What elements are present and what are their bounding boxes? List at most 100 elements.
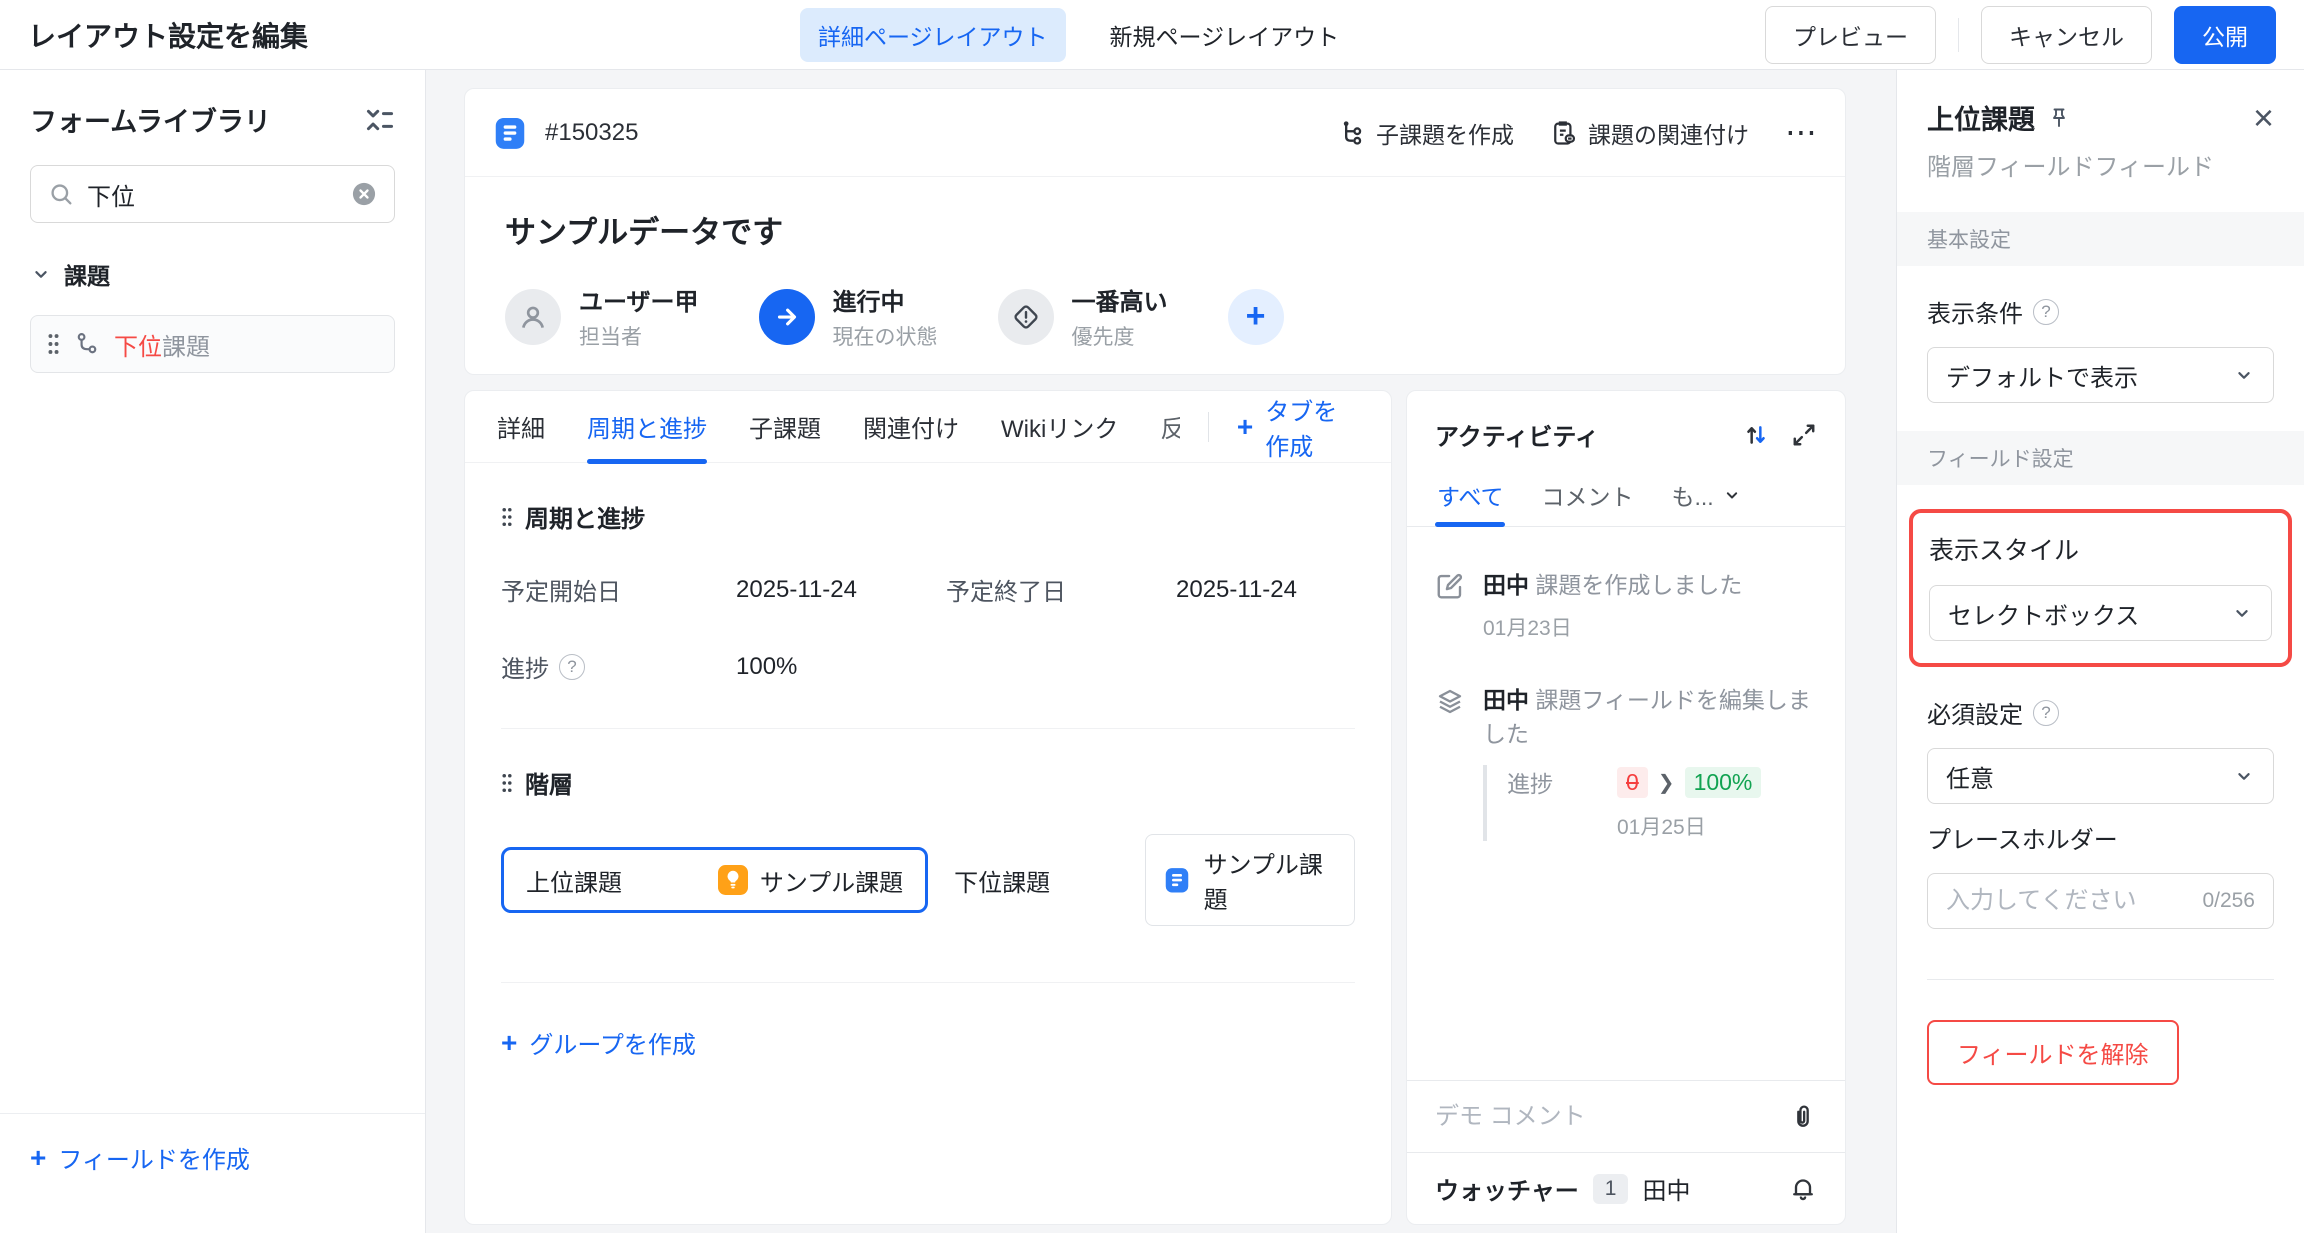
publish-button[interactable]: 公開 <box>2174 5 2276 64</box>
tab-wiki-links[interactable]: Wikiリンク <box>1001 391 1118 463</box>
issue-title: サンプルデータです <box>505 215 784 250</box>
sidebar-section-issues[interactable]: 課題 <box>30 257 395 291</box>
collapse-list-button[interactable] <box>365 107 395 133</box>
priority-diamond-icon <box>997 288 1054 345</box>
field-change-detail: 進捗 0 ❯ 100% 01月25日 <box>1483 765 1817 842</box>
section-label: 課題 <box>64 263 110 289</box>
top-bar: レイアウト設定を編集 詳細ページレイアウト 新規ページレイアウト プレビュー キ… <box>0 0 2304 70</box>
more-actions-button[interactable]: ⋯ <box>1785 116 1819 148</box>
new-value: 100% <box>1684 766 1762 798</box>
required-setting-select[interactable]: 任意 <box>1927 748 2274 804</box>
watcher-names: 田中 <box>1642 1178 1691 1205</box>
inspector-title: 上位課題 <box>1927 105 2035 135</box>
remove-field-button[interactable]: フィールドを解除 <box>1927 1020 2179 1085</box>
issue-doc-icon <box>1162 865 1192 895</box>
tab-new-page-layout[interactable]: 新規ページレイアウト <box>1092 8 1358 62</box>
expand-icon <box>1791 422 1817 448</box>
pin-icon[interactable] <box>2047 105 2071 131</box>
placeholder-label: プレースホルダー <box>1927 827 2118 854</box>
tab-clipped[interactable]: 反 <box>1160 391 1180 463</box>
cancel-button[interactable]: キャンセル <box>1981 5 2152 64</box>
comment-input[interactable] <box>1435 1102 1775 1131</box>
child-issue-value[interactable]: サンプル課題 <box>1144 834 1355 926</box>
activity-tab-more[interactable]: も... <box>1669 466 1743 526</box>
divider <box>1958 17 1959 52</box>
search-icon <box>47 180 75 208</box>
sidebar-title: フォームライブラリ <box>30 107 271 137</box>
end-date-value[interactable]: 2025-11-24 <box>1176 576 1355 604</box>
display-style-label: 表示スタイル <box>1929 537 2080 565</box>
divider <box>501 728 1355 729</box>
tab-relations[interactable]: 関連付け <box>863 391 959 463</box>
placeholder-input[interactable] <box>1946 887 2193 915</box>
drag-handle-icon[interactable] <box>501 773 513 793</box>
close-icon: × <box>2252 96 2274 138</box>
attach-file-button[interactable] <box>1789 1103 1817 1131</box>
add-field-chip[interactable]: + <box>1227 288 1284 345</box>
close-inspector-button[interactable]: × <box>2252 96 2274 138</box>
parent-issue-field-selected[interactable]: 上位課題 サンプル課題 <box>501 847 929 913</box>
activity-panel: アクティビティ すべて コメント も... 田中 課題を作成しました 01月23… <box>1406 390 1846 1225</box>
edit-icon <box>1435 571 1465 642</box>
tab-detail-page-layout[interactable]: 詳細ページレイアウト <box>800 8 1066 62</box>
display-style-select[interactable]: セレクトボックス <box>1929 585 2272 641</box>
section-field-settings: フィールド設定 <box>1897 431 2304 485</box>
plus-icon: + <box>30 1141 47 1173</box>
tab-subissues[interactable]: 子課題 <box>749 391 821 463</box>
end-date-label: 予定終了日 <box>946 579 1066 606</box>
activity-list: 田中 課題を作成しました 01月23日 田中 課題フィールドを編集しました 進捗… <box>1407 527 1845 1080</box>
create-tab-button[interactable]: + タブを作成 <box>1237 392 1359 462</box>
tab-detail[interactable]: 詳細 <box>497 391 545 463</box>
activity-tabs: すべて コメント も... <box>1407 466 1845 527</box>
layout-tabs: 詳細ページレイアウト 新規ページレイアウト <box>800 0 1357 70</box>
old-value: 0 <box>1617 766 1648 798</box>
relate-issue-button[interactable]: 課題の関連付け <box>1550 116 1749 150</box>
tab-cycle-progress[interactable]: 周期と進捗 <box>587 391 707 464</box>
divider <box>1927 979 2274 980</box>
create-field-link[interactable]: + フィールドを作成 <box>30 1140 250 1175</box>
priority-chip[interactable]: 一番高い 優先度 <box>997 282 1168 351</box>
library-search[interactable] <box>30 165 395 223</box>
parent-issue-value[interactable]: サンプル課題 <box>717 863 903 898</box>
activity-title: アクティビティ <box>1435 424 1599 451</box>
assignee-chip[interactable]: ユーザー甲 担当者 <box>505 282 699 351</box>
create-group-button[interactable]: + グループを作成 <box>501 1025 696 1060</box>
drag-handle-icon[interactable] <box>501 507 513 527</box>
watcher-count-badge: 1 <box>1592 1173 1629 1204</box>
plus-icon: + <box>501 1026 518 1058</box>
topbar-actions: プレビュー キャンセル 公開 <box>1765 5 2276 64</box>
activity-tab-comments[interactable]: コメント <box>1539 466 1635 526</box>
create-subissue-button[interactable]: 子課題を作成 <box>1338 116 1514 150</box>
sort-order-button[interactable] <box>1743 422 1769 448</box>
parent-issue-label: 上位課題 <box>526 869 622 897</box>
start-date-value[interactable]: 2025-11-24 <box>736 576 946 604</box>
progress-value[interactable]: 100% <box>736 653 946 681</box>
status-chip[interactable]: 進行中 現在の状態 <box>758 282 938 351</box>
field-item-label: 下位課題 <box>114 333 210 361</box>
preview-button[interactable]: プレビュー <box>1765 5 1936 64</box>
layers-icon <box>1435 686 1465 841</box>
help-icon[interactable]: ? <box>2033 699 2059 726</box>
display-condition-select[interactable]: デフォルトで表示 <box>1927 347 2274 403</box>
help-icon[interactable]: ? <box>559 653 585 680</box>
watch-toggle-button[interactable] <box>1789 1175 1817 1203</box>
issue-header-card: #150325 子課題を作成 課題の関連付け ⋯ サンプルデータです ユーザー甲… <box>464 88 1846 375</box>
search-input[interactable] <box>87 180 338 208</box>
detail-tabs: 詳細 周期と進捗 子課題 関連付け Wikiリンク 反 + タブを作成 <box>465 391 1391 464</box>
help-icon[interactable]: ? <box>2033 298 2059 325</box>
activity-tab-all[interactable]: すべて <box>1435 466 1506 527</box>
char-counter: 0/256 <box>2202 889 2255 912</box>
activity-item-field-edit: 田中 課題フィールドを編集しました 進捗 0 ❯ 100% 01月25日 <box>1435 684 1817 842</box>
chevron-down-icon <box>2233 765 2255 787</box>
field-inspector: 上位課題 × 階層フィールドフィールド 基本設定 表示条件 ? デフォルトで表示… <box>1896 70 2304 1233</box>
activity-date: 01月25日 <box>1617 816 1706 840</box>
field-item-child-issue[interactable]: 下位課題 <box>30 315 395 373</box>
section-cycle-progress[interactable]: 周期と進捗 <box>501 499 1355 534</box>
page-title: レイアウト設定を編集 <box>28 20 309 52</box>
divider <box>501 982 1355 983</box>
section-hierarchy[interactable]: 階層 <box>501 765 1355 800</box>
drag-handle-icon[interactable] <box>47 333 60 355</box>
clear-search-button[interactable] <box>350 180 378 208</box>
lightbulb-icon <box>717 865 748 895</box>
expand-panel-button[interactable] <box>1791 422 1817 448</box>
